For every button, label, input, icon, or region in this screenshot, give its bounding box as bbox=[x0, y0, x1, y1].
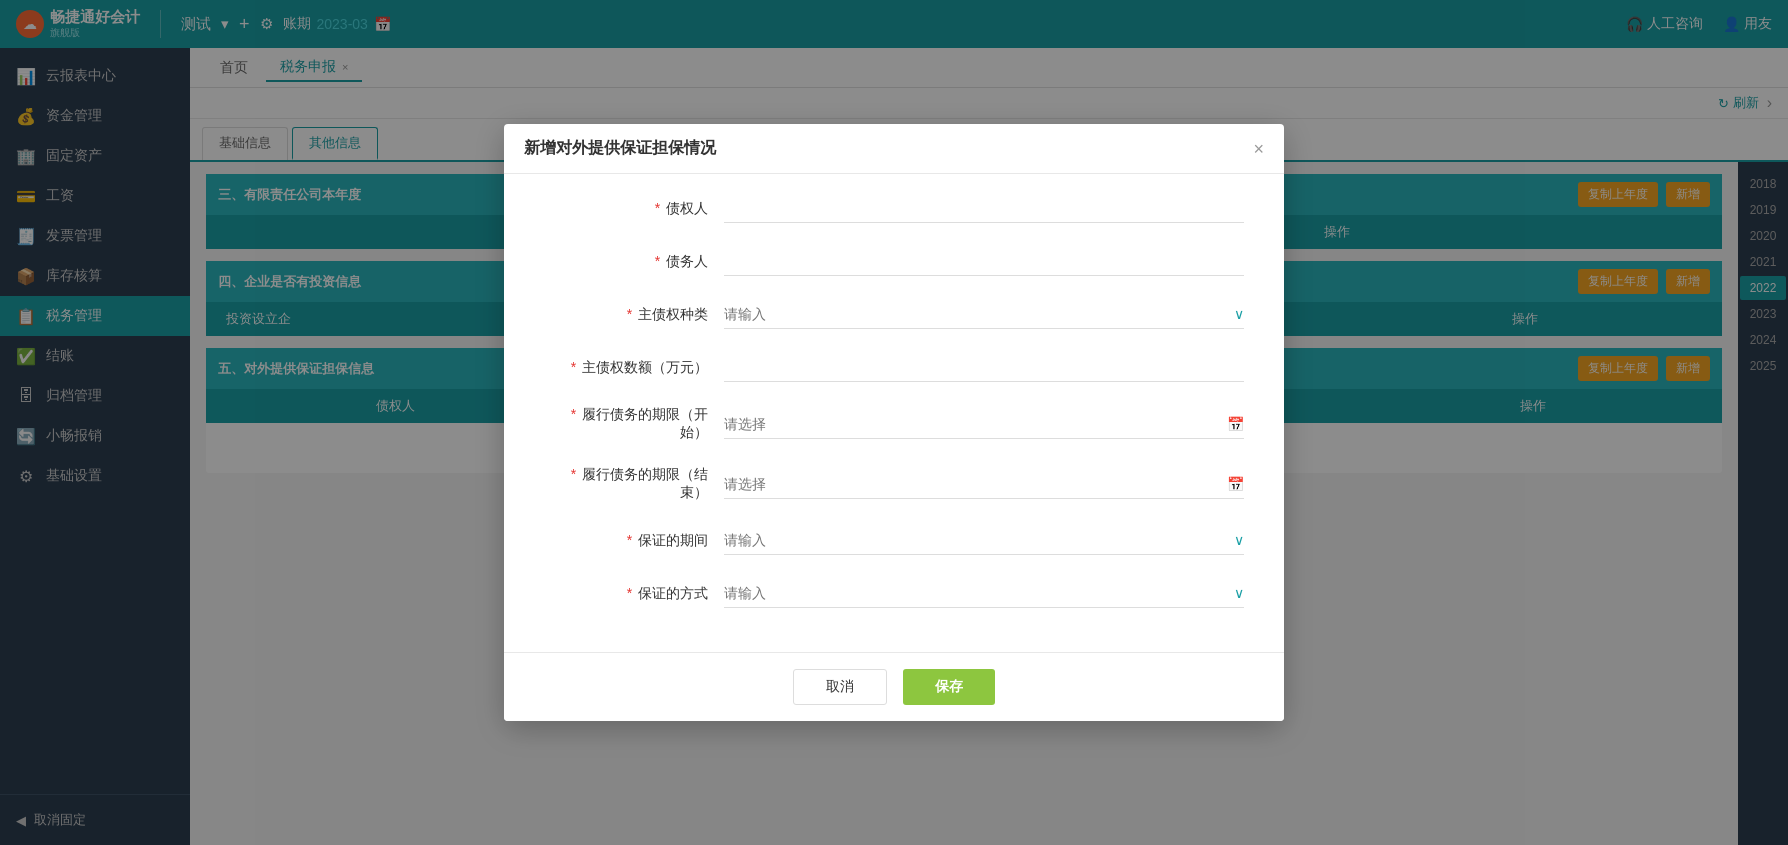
label-debt-amount-text: 主债权数额（万元） bbox=[582, 359, 708, 375]
req-date-start: * bbox=[571, 406, 576, 422]
label-debtor-text: 债务人 bbox=[666, 253, 708, 269]
label-guarantee-method-text: 保证的方式 bbox=[638, 585, 708, 601]
select-guarantee-method[interactable]: ∨ bbox=[724, 579, 1244, 608]
cancel-button[interactable]: 取消 bbox=[793, 669, 887, 705]
label-creditor: * 债权人 bbox=[544, 200, 724, 218]
req-guarantee-method: * bbox=[627, 585, 632, 601]
modal-body: * 债权人 * 债务人 * 主债权种类 bbox=[504, 174, 1284, 652]
input-debt-amount[interactable] bbox=[724, 353, 1244, 382]
form-row-creditor: * 债权人 bbox=[544, 194, 1244, 223]
form-row-date-end: * 履行债务的期限（结束） 📅 bbox=[544, 466, 1244, 502]
form-row-debt-type: * 主债权种类 ∨ bbox=[544, 300, 1244, 329]
req-creditor: * bbox=[655, 200, 660, 216]
date-picker-end[interactable]: 📅 bbox=[724, 470, 1244, 499]
label-debt-amount: * 主债权数额（万元） bbox=[544, 359, 724, 377]
form-row-debt-amount: * 主债权数额（万元） bbox=[544, 353, 1244, 382]
chevron-debt-type-icon[interactable]: ∨ bbox=[1234, 306, 1244, 322]
calendar-start-icon[interactable]: 📅 bbox=[1227, 416, 1244, 432]
req-debt-type: * bbox=[627, 306, 632, 322]
label-debtor: * 债务人 bbox=[544, 253, 724, 271]
select-guarantee-period-input[interactable] bbox=[724, 532, 1234, 548]
req-guarantee-period: * bbox=[627, 532, 632, 548]
form-row-guarantee-period: * 保证的期间 ∨ bbox=[544, 526, 1244, 555]
select-debt-type[interactable]: ∨ bbox=[724, 300, 1244, 329]
form-row-debtor: * 债务人 bbox=[544, 247, 1244, 276]
input-creditor[interactable] bbox=[724, 194, 1244, 223]
label-date-start-text: 履行债务的期限（开始） bbox=[582, 406, 708, 440]
label-creditor-text: 债权人 bbox=[666, 200, 708, 216]
req-debt-amount: * bbox=[571, 359, 576, 375]
form-row-date-start: * 履行债务的期限（开始） 📅 bbox=[544, 406, 1244, 442]
input-debtor[interactable] bbox=[724, 247, 1244, 276]
req-date-end: * bbox=[571, 466, 576, 482]
form-row-guarantee-method: * 保证的方式 ∨ bbox=[544, 579, 1244, 608]
label-debt-type: * 主债权种类 bbox=[544, 306, 724, 324]
req-debtor: * bbox=[655, 253, 660, 269]
modal-close-button[interactable]: × bbox=[1253, 140, 1264, 158]
select-guarantee-method-input[interactable] bbox=[724, 585, 1234, 601]
label-date-start: * 履行债务的期限（开始） bbox=[544, 406, 724, 442]
calendar-end-icon[interactable]: 📅 bbox=[1227, 476, 1244, 492]
modal-footer: 取消 保存 bbox=[504, 652, 1284, 721]
date-picker-start[interactable]: 📅 bbox=[724, 410, 1244, 439]
label-debt-type-text: 主债权种类 bbox=[638, 306, 708, 322]
select-debt-type-input[interactable] bbox=[724, 306, 1234, 322]
label-guarantee-method: * 保证的方式 bbox=[544, 585, 724, 603]
date-start-input[interactable] bbox=[724, 416, 1227, 432]
select-guarantee-period[interactable]: ∨ bbox=[724, 526, 1244, 555]
save-button[interactable]: 保存 bbox=[903, 669, 995, 705]
modal-dialog: 新增对外提供保证担保情况 × * 债权人 * 债务人 bbox=[504, 124, 1284, 721]
label-date-end-text: 履行债务的期限（结束） bbox=[582, 466, 708, 500]
label-guarantee-period: * 保证的期间 bbox=[544, 532, 724, 550]
modal-title: 新增对外提供保证担保情况 bbox=[524, 138, 716, 159]
modal-overlay: 新增对外提供保证担保情况 × * 债权人 * 债务人 bbox=[0, 0, 1788, 845]
chevron-guarantee-method-icon[interactable]: ∨ bbox=[1234, 585, 1244, 601]
modal-header: 新增对外提供保证担保情况 × bbox=[504, 124, 1284, 174]
label-date-end: * 履行债务的期限（结束） bbox=[544, 466, 724, 502]
label-guarantee-period-text: 保证的期间 bbox=[638, 532, 708, 548]
date-end-input[interactable] bbox=[724, 476, 1227, 492]
chevron-guarantee-period-icon[interactable]: ∨ bbox=[1234, 532, 1244, 548]
